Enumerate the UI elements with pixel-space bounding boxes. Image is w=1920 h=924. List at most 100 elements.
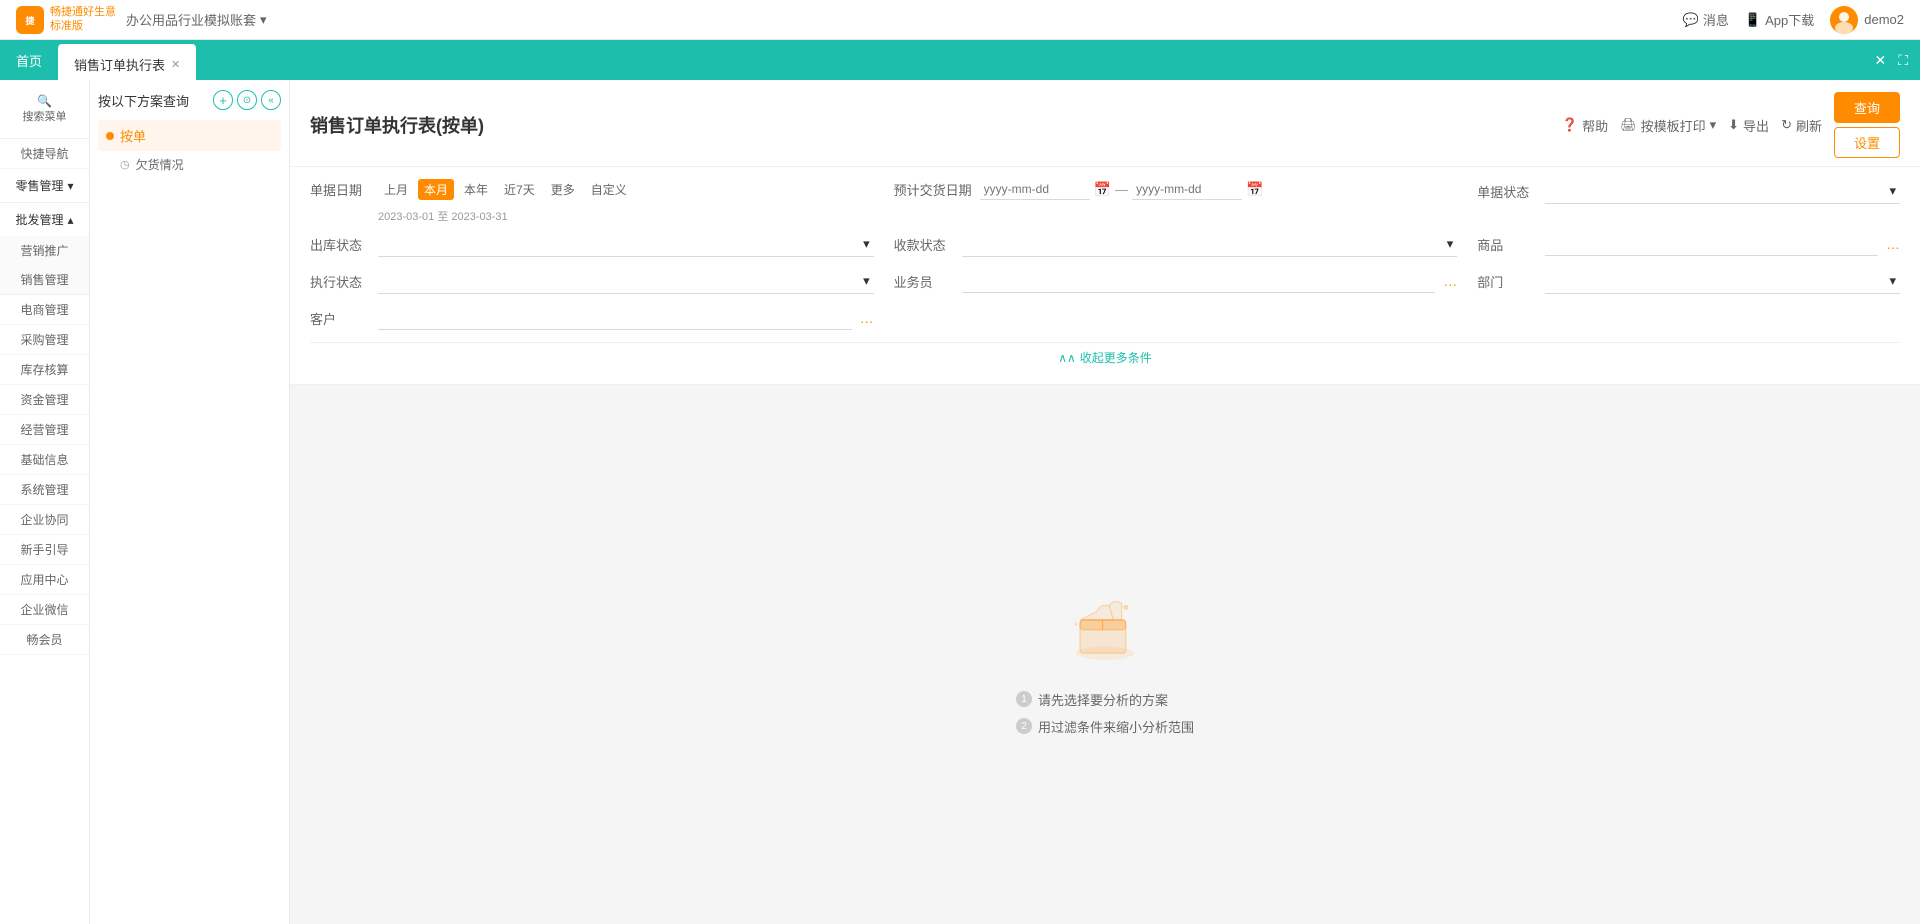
export-button[interactable]: ⬇ 导出 [1728,116,1769,135]
customer-input[interactable] [378,306,852,330]
sidebar-item-member[interactable]: 畅会员 [0,625,89,655]
filter-item-by-order-label: 按单 [120,126,146,145]
tip-number-2: 2 [1016,718,1032,734]
export-icon: ⬇ [1728,117,1739,133]
status-select[interactable]: ▾ [1545,179,1900,204]
goods-more-icon[interactable]: … [1886,236,1900,252]
date-tab-more[interactable]: 更多 [545,179,581,200]
sidebar-item-marketing[interactable]: 营销推广 [0,236,89,265]
page-content: 按以下方案查询 + ⊙ « 按单 ◷ 欠货情况 [90,80,1920,924]
left-panel: 按以下方案查询 + ⊙ « 按单 ◷ 欠货情况 [90,80,290,924]
filter-field-collection-status: 收款状态 ▾ [894,232,1458,257]
goods-input[interactable] [1545,232,1878,256]
sidebar-item-wechat[interactable]: 企业微信 [0,595,89,625]
date-tab-this-month[interactable]: 本月 [418,179,454,200]
date-range-expected: 📅 — 📅 [980,179,1264,200]
salesperson-input[interactable] [962,269,1436,293]
date-tab-this-year[interactable]: 本年 [458,179,494,200]
add-filter-button[interactable]: + [213,90,233,110]
exec-status-select[interactable]: ▾ [378,269,874,294]
print-chevron-icon: ▾ [1710,117,1717,133]
goods-label: 商品 [1477,235,1537,254]
salesperson-more-icon[interactable]: … [1443,273,1457,289]
sidebar-item-operations[interactable]: 经营管理 [0,415,89,445]
refresh-icon: ↻ [1781,117,1792,133]
filter-item-by-debt[interactable]: ◷ 欠货情况 [98,151,281,178]
filter-panel-actions: + ⊙ « [213,90,281,110]
calendar-from-icon[interactable]: 📅 [1094,181,1111,198]
sidebar-item-quick-nav[interactable]: 快捷导航 [0,139,89,169]
filter-field-goods: 商品 … [1477,232,1900,256]
tab-home-label: 首页 [16,51,42,70]
date-range-display: 2023-03-01 至 2023-03-31 [310,208,917,224]
sidebar-item-sales[interactable]: 销售管理 [0,265,89,294]
download-icon: 📱 [1745,12,1761,28]
tab-sales-order[interactable]: 销售订单执行表 ✕ [58,44,196,84]
breadcrumb[interactable]: 办公用品行业模拟账套 ▾ [126,10,267,29]
page-header-actions: ❓ 帮助 🖨 按模板打印 ▾ ⬇ 导出 ↻ [1562,92,1900,158]
main-layout: 🔍 搜索菜单 快捷导航 零售管理 ▾ 批发管理 ▴ 营销推广 销售管理 电商管理… [0,80,1920,924]
sidebar-item-newbie[interactable]: 新手引导 [0,535,89,565]
sidebar-item-inventory[interactable]: 库存核算 [0,355,89,385]
expected-date-to-input[interactable] [1132,179,1242,200]
collapse-filter-button[interactable]: ∧∧ 收起更多条件 [310,342,1900,372]
filter-area: 单据日期 上月 本月 本年 近7天 更多 自定义 [290,167,1920,385]
help-button[interactable]: ❓ 帮助 [1562,116,1608,135]
sidebar: 🔍 搜索菜单 快捷导航 零售管理 ▾ 批发管理 ▴ 营销推广 销售管理 电商管理… [0,80,90,924]
sidebar-item-retail[interactable]: 零售管理 ▾ [0,169,89,202]
customer-more-icon[interactable]: … [860,310,874,326]
tab-expand-icon[interactable]: ⛶ [1898,52,1908,69]
filter-field-date: 单据日期 上月 本月 本年 近7天 更多 自定义 [310,179,874,200]
filter-item-by-debt-label: 欠货情况 [136,156,184,173]
filter-item-by-order[interactable]: 按单 [98,120,281,151]
empty-illustration [1055,574,1155,674]
settings-filter-button[interactable]: ⊙ [237,90,257,110]
status-label: 单据状态 [1477,182,1537,201]
sidebar-section-wholesale: 批发管理 ▴ 营销推广 销售管理 [0,203,89,295]
tab-close-all-icon[interactable]: ✕ [1874,52,1886,69]
filter-field-salesperson: 业务员 … [894,269,1458,293]
sidebar-item-appstore[interactable]: 应用中心 [0,565,89,595]
sidebar-item-ecommerce[interactable]: 电商管理 [0,295,89,325]
print-button[interactable]: 🖨 按模板打印 ▾ [1620,116,1716,135]
date-tab-last-7[interactable]: 近7天 [498,179,541,200]
sidebar-item-purchase[interactable]: 采购管理 [0,325,89,355]
date-tab-last-month[interactable]: 上月 [378,179,414,200]
app-download-button[interactable]: 📱 App下载 [1745,10,1814,29]
chevron-icon-retail: ▾ [67,179,73,193]
filter-row-date-range: 2023-03-01 至 2023-03-31 [310,208,1900,224]
query-button[interactable]: 查询 [1834,92,1900,123]
collapse-panel-button[interactable]: « [261,90,281,110]
date-tab-custom[interactable]: 自定义 [585,179,633,200]
header-right: 💬 消息 📱 App下载 demo2 [1683,6,1904,34]
sidebar-item-system[interactable]: 系统管理 [0,475,89,505]
stock-status-select[interactable]: ▾ [378,232,874,257]
header-left: 捷 畅捷通好生意 标准版 办公用品行业模拟账套 ▾ [16,6,267,34]
tab-close-icon[interactable]: ✕ [171,58,180,71]
expected-date-from-input[interactable] [980,179,1090,200]
tab-home[interactable]: 首页 [0,40,58,80]
calendar-to-icon[interactable]: 📅 [1246,181,1263,198]
user-menu[interactable]: demo2 [1830,6,1904,34]
sidebar-item-basic[interactable]: 基础信息 [0,445,89,475]
filter-active-indicator [106,132,114,140]
sidebar-item-enterprise[interactable]: 企业协同 [0,505,89,535]
setting-button[interactable]: 设置 [1834,127,1900,158]
page-title: 销售订单执行表(按单) [310,112,484,138]
sidebar-item-search[interactable]: 🔍 搜索菜单 [8,88,81,130]
refresh-button[interactable]: ↻ 刷新 [1781,116,1822,135]
collection-status-select[interactable]: ▾ [962,232,1458,257]
svg-text:捷: 捷 [25,15,35,26]
department-select[interactable]: ▾ [1545,269,1900,294]
dept-chevron-icon: ▾ [1889,273,1896,289]
filter-row-2: 出库状态 ▾ 收款状态 ▾ [310,232,1900,257]
message-button[interactable]: 💬 消息 [1683,10,1729,29]
filter-row-1: 单据日期 上月 本月 本年 近7天 更多 自定义 [310,179,1900,204]
filter-panel-title: 按以下方案查询 [98,91,189,110]
query-setting-group: 查询 设置 [1834,92,1900,158]
sidebar-item-wholesale[interactable]: 批发管理 ▴ [0,203,89,236]
filter-row-3: 执行状态 ▾ 业务员 … 部门 [310,269,1900,294]
empty-tips: 1 请先选择要分析的方案 2 用过滤条件来缩小分析范围 [1016,690,1194,736]
help-icon: ❓ [1562,117,1578,133]
sidebar-item-finance[interactable]: 资金管理 [0,385,89,415]
